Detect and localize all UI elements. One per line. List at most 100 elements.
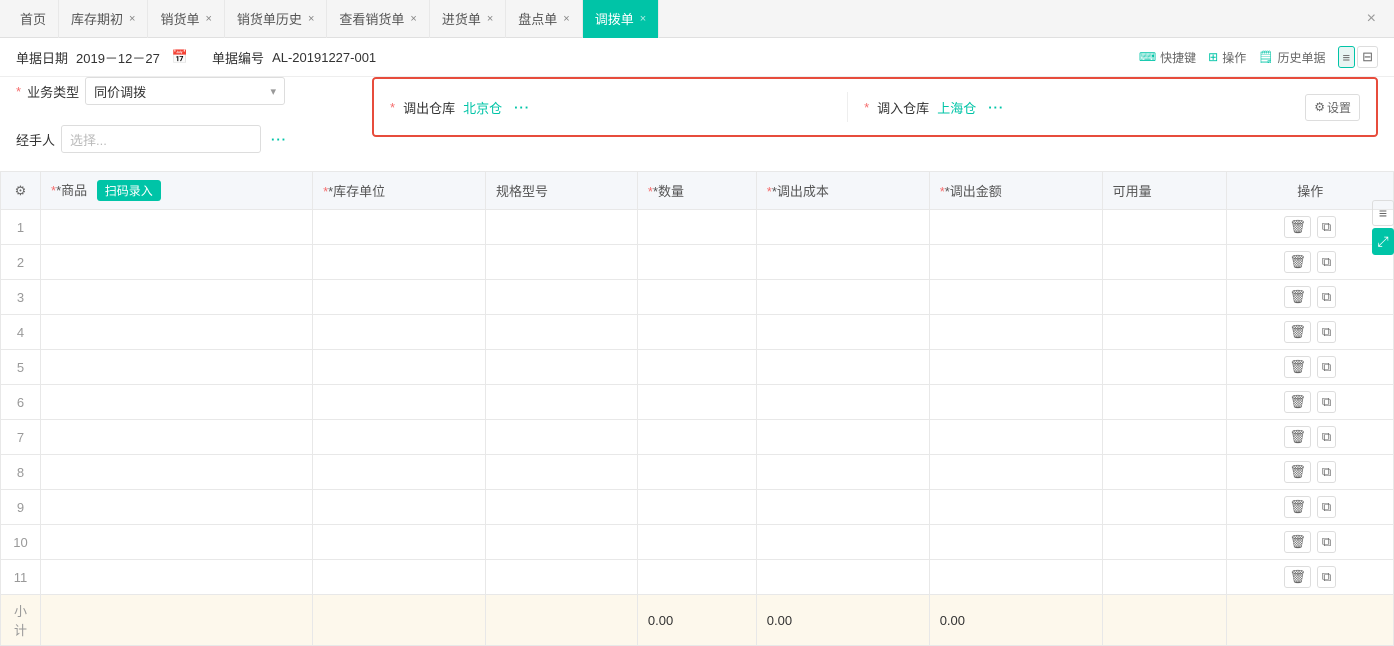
close-icon[interactable]: × [487,13,493,25]
available-cell[interactable] [1102,210,1227,245]
available-cell[interactable] [1102,350,1227,385]
cost-cell[interactable] [756,490,929,525]
spec-cell[interactable] [486,560,638,595]
unit-cell[interactable] [313,210,486,245]
close-icon[interactable]: × [640,13,646,25]
copy-button[interactable]: ⧉ [1317,461,1336,483]
amount-cell[interactable] [929,490,1102,525]
qty-cell[interactable] [637,210,756,245]
shortcut-button[interactable]: ⌨ 快捷键 [1139,49,1196,66]
delete-button[interactable]: 🗑 [1284,356,1311,378]
spec-cell[interactable] [486,385,638,420]
unit-cell[interactable] [313,385,486,420]
close-all-button[interactable]: × [1357,10,1386,28]
spec-cell[interactable] [486,245,638,280]
cost-cell[interactable] [756,245,929,280]
tab-purchase[interactable]: 进货单 × [430,0,506,38]
qty-cell[interactable] [637,525,756,560]
tab-inventory-count[interactable]: 盘点单 × [506,0,582,38]
amount-cell[interactable] [929,525,1102,560]
copy-button[interactable]: ⧉ [1317,531,1336,553]
qty-cell[interactable] [637,455,756,490]
available-cell[interactable] [1102,455,1227,490]
copy-button[interactable]: ⧉ [1317,391,1336,413]
source-warehouse-more-button[interactable]: ··· [514,100,530,115]
grid-view-button[interactable]: ⊟ [1357,46,1378,68]
delete-button[interactable]: 🗑 [1284,566,1311,588]
product-cell[interactable] [41,560,313,595]
scan-button[interactable]: 扫码录入 [97,180,161,201]
available-cell[interactable] [1102,245,1227,280]
amount-cell[interactable] [929,455,1102,490]
product-cell[interactable] [41,245,313,280]
spec-cell[interactable] [486,525,638,560]
product-cell[interactable] [41,385,313,420]
settings-button[interactable]: ⚙ 设置 [1305,94,1360,121]
copy-button[interactable]: ⧉ [1317,496,1336,518]
list-view-button[interactable]: ≡ [1338,46,1356,68]
qty-cell[interactable] [637,560,756,595]
cost-cell[interactable] [756,560,929,595]
amount-cell[interactable] [929,560,1102,595]
spec-cell[interactable] [486,350,638,385]
amount-cell[interactable] [929,385,1102,420]
close-icon[interactable]: × [563,13,569,25]
unit-cell[interactable] [313,560,486,595]
spec-cell[interactable] [486,420,638,455]
available-cell[interactable] [1102,385,1227,420]
cost-cell[interactable] [756,350,929,385]
unit-cell[interactable] [313,525,486,560]
amount-cell[interactable] [929,210,1102,245]
side-list-button[interactable]: ≡ [1372,200,1394,226]
amount-cell[interactable] [929,420,1102,455]
cost-cell[interactable] [756,385,929,420]
delete-button[interactable]: 🗑 [1284,251,1311,273]
amount-cell[interactable] [929,315,1102,350]
product-cell[interactable] [41,525,313,560]
cost-cell[interactable] [756,210,929,245]
copy-button[interactable]: ⧉ [1317,251,1336,273]
side-expand-button[interactable]: ⤢ [1372,228,1394,255]
person-more-button[interactable]: ··· [271,132,287,147]
delete-button[interactable]: 🗑 [1284,321,1311,343]
product-cell[interactable] [41,280,313,315]
spec-cell[interactable] [486,280,638,315]
amount-cell[interactable] [929,280,1102,315]
delete-button[interactable]: 🗑 [1284,391,1311,413]
qty-cell[interactable] [637,490,756,525]
spec-cell[interactable] [486,210,638,245]
cost-cell[interactable] [756,525,929,560]
gear-icon[interactable]: ⚙ [15,183,27,198]
qty-cell[interactable] [637,315,756,350]
spec-cell[interactable] [486,315,638,350]
delete-button[interactable]: 🗑 [1284,461,1311,483]
available-cell[interactable] [1102,560,1227,595]
history-button[interactable]: 🗒 历史单据 [1258,49,1325,66]
available-cell[interactable] [1102,490,1227,525]
unit-cell[interactable] [313,455,486,490]
unit-cell[interactable] [313,245,486,280]
qty-cell[interactable] [637,350,756,385]
unit-cell[interactable] [313,315,486,350]
cost-cell[interactable] [756,315,929,350]
product-cell[interactable] [41,350,313,385]
close-icon[interactable]: × [410,13,416,25]
target-warehouse-more-button[interactable]: ··· [988,100,1004,115]
cost-cell[interactable] [756,420,929,455]
product-cell[interactable] [41,455,313,490]
qty-cell[interactable] [637,280,756,315]
product-cell[interactable] [41,420,313,455]
tab-inventory-init[interactable]: 库存期初 × [59,0,148,38]
copy-button[interactable]: ⧉ [1317,566,1336,588]
qty-cell[interactable] [637,245,756,280]
delete-button[interactable]: 🗑 [1284,496,1311,518]
spec-cell[interactable] [486,490,638,525]
amount-cell[interactable] [929,350,1102,385]
delete-button[interactable]: 🗑 [1284,286,1311,308]
copy-button[interactable]: ⧉ [1317,321,1336,343]
unit-cell[interactable] [313,420,486,455]
delete-button[interactable]: 🗑 [1284,531,1311,553]
copy-button[interactable]: ⧉ [1317,286,1336,308]
qty-cell[interactable] [637,420,756,455]
tab-view-sales[interactable]: 查看销货单 × [327,0,429,38]
